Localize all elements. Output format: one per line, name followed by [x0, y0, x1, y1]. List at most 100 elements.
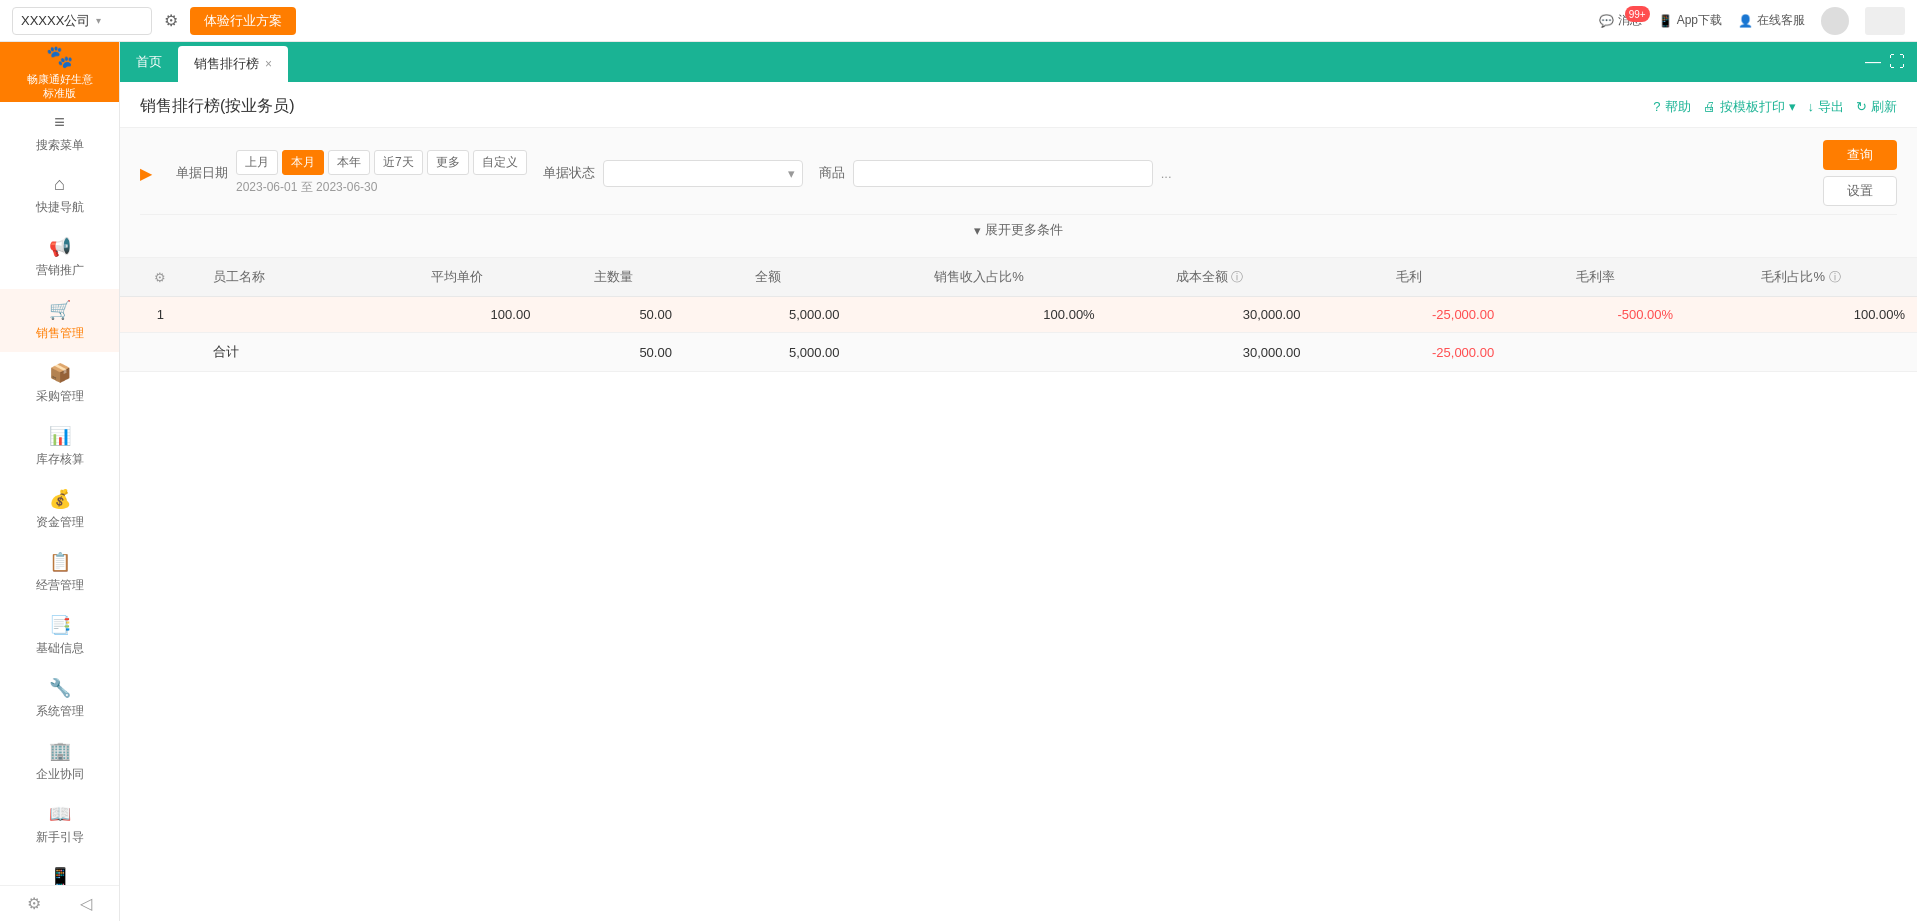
avatar[interactable]: [1821, 7, 1849, 35]
company-selector[interactable]: XXXXX公司 ▾: [12, 7, 152, 35]
page-title: 销售排行榜(按业务员): [140, 96, 295, 117]
date-col: 上月 本月 本年 近7天 更多 自定义 2023-06-01 至 2023-06…: [236, 150, 527, 196]
basic-info-icon: 📑: [49, 614, 71, 636]
tab-home[interactable]: 首页: [120, 42, 178, 82]
help-label: 帮助: [1665, 98, 1691, 116]
sidebar-item-finance[interactable]: 💰 资金管理: [0, 478, 119, 541]
query-button[interactable]: 查询: [1823, 140, 1897, 170]
sidebar-item-quick-nav[interactable]: ⌂ 快捷导航: [0, 164, 119, 226]
table-area: ⚙ 员工名称 平均单价 主数量 全额 销售收入占比% 成本全额 ⓘ 毛利 毛利率…: [120, 258, 1917, 921]
app-download-btn[interactable]: 📱 App下载: [1658, 12, 1722, 29]
td-gross-rate: -500.00%: [1506, 297, 1685, 333]
date-range-text: 2023-06-01 至 2023-06-30: [236, 179, 527, 196]
sidebar-item-sales[interactable]: 🛒 销售管理: [0, 289, 119, 352]
td-avg-price: 100.00: [372, 297, 543, 333]
expand-icon: ▾: [974, 223, 981, 238]
more-fields-btn[interactable]: ...: [1161, 166, 1172, 181]
sales-icon: 🛒: [49, 299, 71, 321]
online-service-btn[interactable]: 👤 在线客服: [1738, 12, 1805, 29]
sidebar-item-label: 系统管理: [36, 703, 84, 720]
sidebar-item-operations[interactable]: 📋 经营管理: [0, 541, 119, 604]
expand-more-btn[interactable]: ▾ 展开更多条件: [140, 214, 1897, 245]
gross-pct-info-icon[interactable]: ⓘ: [1829, 270, 1841, 284]
th-avg-price: 平均单价: [372, 258, 543, 297]
download-icon: 📱: [1658, 14, 1673, 28]
sidebar-item-label: 搜索菜单: [36, 137, 84, 154]
purchase-icon: 📦: [49, 362, 71, 384]
td-gross-pct: 100.00%: [1685, 297, 1917, 333]
sidebar-item-guide[interactable]: 📖 新手引导: [0, 793, 119, 856]
enterprise-icon: 🏢: [49, 740, 71, 762]
top-right-actions: 💬 消息 99+ 📱 App下载 👤 在线客服: [1599, 7, 1905, 35]
date-filter: 单据日期 上月 本月 本年 近7天 更多 自定义 2023-06-01 至 20…: [176, 150, 527, 196]
footer-sales-pct: [852, 333, 1107, 372]
date-btn-custom[interactable]: 自定义: [473, 150, 527, 175]
table-header-row: ⚙ 员工名称 平均单价 主数量 全额 销售收入占比% 成本全额 ⓘ 毛利 毛利率…: [120, 258, 1917, 297]
th-qty: 主数量: [542, 258, 684, 297]
td-name: [201, 297, 372, 333]
trial-button[interactable]: 体验行业方案: [190, 7, 296, 35]
filter-row: ▶ 单据日期 上月 本月 本年 近7天 更多 自定义: [140, 140, 1897, 206]
date-btn-7days[interactable]: 近7天: [374, 150, 423, 175]
sidebar-item-purchase[interactable]: 📦 采购管理: [0, 352, 119, 415]
footer-spacer: [120, 333, 201, 372]
help-link[interactable]: ? 帮助: [1653, 98, 1690, 116]
print-icon: 🖨: [1703, 99, 1716, 114]
footer-cost: 30,000.00: [1107, 333, 1313, 372]
td-qty: 50.00: [542, 297, 684, 333]
marketing-icon: 📢: [49, 236, 71, 258]
table-row: 1 100.00 50.00 5,000.00 100.00% 30,000.0…: [120, 297, 1917, 333]
sidebar-item-label: 快捷导航: [36, 199, 84, 216]
sidebar-item-label: 销售管理: [36, 325, 84, 342]
collapse-arrow-icon[interactable]: ▶: [140, 164, 152, 183]
td-gross: -25,000.00: [1313, 297, 1507, 333]
refresh-btn[interactable]: ↻ 刷新: [1856, 98, 1897, 116]
sidebar-item-label: 经营管理: [36, 577, 84, 594]
sidebar-item-basic-info[interactable]: 📑 基础信息: [0, 604, 119, 667]
settings-small-button[interactable]: 设置: [1823, 176, 1897, 206]
content-area: 首页 销售排行榜 × — ⛶ 销售排行榜(按业务员) ? 帮助: [120, 42, 1917, 921]
print-btn[interactable]: 🖨 按模板打印 ▾: [1703, 98, 1796, 116]
sidebar-settings-icon[interactable]: ⚙: [27, 894, 41, 913]
sidebar-collapse-icon[interactable]: ◁: [80, 894, 92, 913]
tab-maximize-icon[interactable]: ⛶: [1889, 53, 1905, 71]
sidebar-item-label: 企业协同: [36, 766, 84, 783]
footer-qty: 50.00: [542, 333, 684, 372]
quick-nav-icon: ⌂: [54, 174, 65, 195]
table-footer: 合计 50.00 5,000.00 30,000.00 -25,000.00: [120, 333, 1917, 372]
top-bar: XXXXX公司 ▾ ⚙ 体验行业方案 💬 消息 99+ 📱 App下载 👤 在线…: [0, 0, 1917, 42]
sidebar-item-inventory[interactable]: 📊 库存核算: [0, 415, 119, 478]
inventory-icon: 📊: [49, 425, 71, 447]
page-content: 销售排行榜(按业务员) ? 帮助 🖨 按模板打印 ▾ ↓ 导出: [120, 82, 1917, 921]
export-btn[interactable]: ↓ 导出: [1808, 98, 1845, 116]
sidebar-item-enterprise[interactable]: 🏢 企业协同: [0, 730, 119, 793]
tab-minimize-icon[interactable]: —: [1865, 53, 1881, 71]
tab-close-icon[interactable]: ×: [265, 57, 272, 71]
status-select[interactable]: [603, 160, 803, 187]
goods-input[interactable]: [853, 160, 1153, 187]
messages-btn[interactable]: 💬 消息 99+: [1599, 12, 1642, 29]
table-body: 1 100.00 50.00 5,000.00 100.00% 30,000.0…: [120, 297, 1917, 333]
sidebar-item-system[interactable]: 🔧 系统管理: [0, 667, 119, 730]
sidebar-item-marketing[interactable]: 📢 营销推广: [0, 226, 119, 289]
search-order-icon: ≡: [54, 112, 65, 133]
topbar-settings-icon[interactable]: ⚙: [164, 11, 178, 30]
date-range-btns: 上月 本月 本年 近7天 更多 自定义: [236, 150, 527, 175]
user-name-placeholder: [1865, 7, 1905, 35]
sidebar-item-search-order[interactable]: ≡ 搜索菜单: [0, 102, 119, 164]
date-btn-more[interactable]: 更多: [427, 150, 469, 175]
date-btn-this-year[interactable]: 本年: [328, 150, 370, 175]
tab-sales-rank[interactable]: 销售排行榜 ×: [178, 46, 288, 82]
date-btn-this-month[interactable]: 本月: [282, 150, 324, 175]
date-btn-last-month[interactable]: 上月: [236, 150, 278, 175]
tab-sales-rank-label: 销售排行榜: [194, 55, 259, 73]
cost-info-icon[interactable]: ⓘ: [1231, 270, 1243, 284]
sidebar-item-app-center[interactable]: 📱 应用中心: [0, 856, 119, 885]
finance-icon: 💰: [49, 488, 71, 510]
print-label: 按模板打印: [1720, 98, 1785, 116]
sidebar-item-label: 采购管理: [36, 388, 84, 405]
th-name: 员工名称: [201, 258, 372, 297]
filter-area: ▶ 单据日期 上月 本月 本年 近7天 更多 自定义: [120, 128, 1917, 258]
date-filter-label: 单据日期: [176, 164, 228, 182]
footer-gross-pct: [1685, 333, 1917, 372]
